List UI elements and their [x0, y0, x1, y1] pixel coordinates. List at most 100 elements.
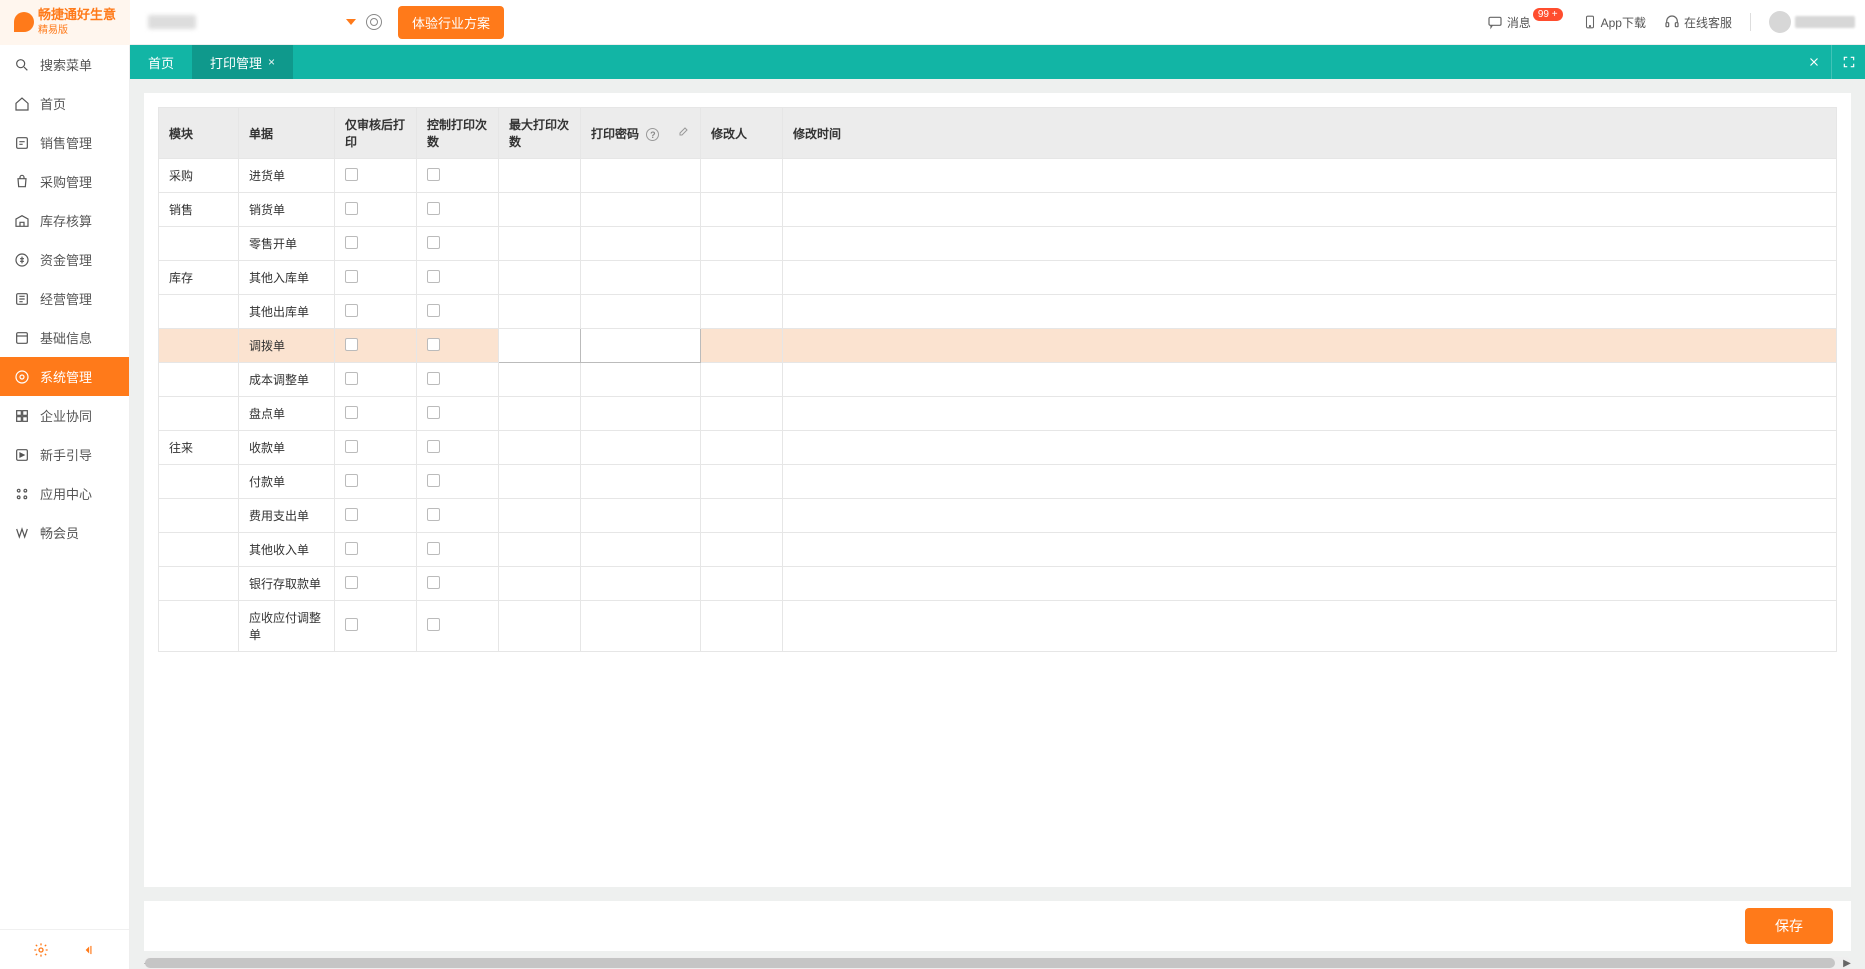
- sidebar-item-label: 销售管理: [40, 133, 92, 152]
- cell-max-count: [499, 363, 581, 397]
- sidebar-item-label: 搜索菜单: [40, 55, 92, 74]
- panel: 模块 单据 仅审核后打印 控制打印次数 最大打印次数 打印密码 ?: [144, 93, 1851, 887]
- basic-icon: [14, 330, 30, 346]
- brand-logo[interactable]: 畅捷通好生意 精易版: [0, 0, 130, 45]
- user-menu[interactable]: [1769, 11, 1855, 33]
- checkbox[interactable]: [345, 372, 358, 385]
- checkbox[interactable]: [427, 168, 440, 181]
- checkbox[interactable]: [427, 508, 440, 521]
- sidebar-item-4[interactable]: 库存核算: [0, 201, 129, 240]
- checkbox[interactable]: [345, 270, 358, 283]
- cell-modifier: [701, 567, 783, 601]
- checkbox[interactable]: [427, 406, 440, 419]
- checkbox[interactable]: [345, 202, 358, 215]
- tab-print-management[interactable]: 打印管理 ×: [192, 45, 293, 79]
- sidebar-item-2[interactable]: 销售管理: [0, 123, 129, 162]
- edit-column-icon[interactable]: [678, 125, 690, 137]
- checkbox[interactable]: [427, 618, 440, 631]
- table-row: 销售销货单: [159, 193, 1837, 227]
- save-button[interactable]: 保存: [1745, 908, 1833, 944]
- fullscreen-button[interactable]: [1831, 45, 1865, 79]
- checkbox[interactable]: [345, 338, 358, 351]
- checkbox[interactable]: [345, 440, 358, 453]
- checkbox[interactable]: [427, 576, 440, 589]
- beginner-icon: [14, 447, 30, 463]
- checkbox[interactable]: [427, 202, 440, 215]
- checkbox[interactable]: [427, 440, 440, 453]
- cell-module: 往来: [159, 431, 239, 465]
- tab-home[interactable]: 首页: [130, 45, 192, 79]
- sidebar-item-1[interactable]: 首页: [0, 84, 129, 123]
- org-selector[interactable]: [148, 15, 356, 29]
- checkbox[interactable]: [427, 304, 440, 317]
- cell-module: [159, 295, 239, 329]
- brand-sub: 精易版: [38, 21, 116, 36]
- checkbox[interactable]: [345, 508, 358, 521]
- sidebar-item-5[interactable]: 资金管理: [0, 240, 129, 279]
- col-print-pwd: 打印密码 ?: [581, 108, 701, 159]
- tab-close-all-button[interactable]: [1797, 45, 1831, 79]
- scroll-thumb[interactable]: [145, 958, 1835, 968]
- checkbox[interactable]: [345, 618, 358, 631]
- sidebar-item-11[interactable]: 应用中心: [0, 474, 129, 513]
- sidebar-settings-icon[interactable]: [33, 942, 49, 958]
- horizontal-scrollbar[interactable]: ◀ ▶: [144, 957, 1851, 969]
- sidebar-item-label: 资金管理: [40, 250, 92, 269]
- cell-module: [159, 601, 239, 652]
- checkbox[interactable]: [427, 338, 440, 351]
- org-settings-icon[interactable]: [366, 14, 382, 30]
- cell-module: [159, 397, 239, 431]
- sidebar-item-8[interactable]: 系统管理: [0, 357, 129, 396]
- table-row: 库存其他入库单: [159, 261, 1837, 295]
- sidebar-item-10[interactable]: 新手引导: [0, 435, 129, 474]
- table-row: 付款单: [159, 465, 1837, 499]
- tryout-button[interactable]: 体验行业方案: [398, 6, 504, 39]
- checkbox[interactable]: [345, 236, 358, 249]
- checkbox[interactable]: [345, 304, 358, 317]
- cell-module: [159, 363, 239, 397]
- checkbox[interactable]: [345, 576, 358, 589]
- close-icon[interactable]: ×: [268, 55, 275, 69]
- checkbox[interactable]: [427, 372, 440, 385]
- sidebar-item-9[interactable]: 企业协同: [0, 396, 129, 435]
- cell-print-pwd[interactable]: [581, 329, 701, 363]
- sidebar-item-12[interactable]: 畅会员: [0, 513, 129, 552]
- cell-control-count: [417, 431, 499, 465]
- cell-modify-time: [783, 159, 1837, 193]
- sidebar-item-7[interactable]: 基础信息: [0, 318, 129, 357]
- cell-modifier: [701, 329, 783, 363]
- sidebar-item-6[interactable]: 经营管理: [0, 279, 129, 318]
- col-modify-time: 修改时间: [783, 108, 1837, 159]
- checkbox[interactable]: [345, 474, 358, 487]
- phone-icon: [1583, 14, 1597, 30]
- cell-max-count: [499, 397, 581, 431]
- cell-modify-time: [783, 227, 1837, 261]
- table-row: 费用支出单: [159, 499, 1837, 533]
- online-service-link[interactable]: 在线客服: [1664, 14, 1732, 31]
- sidebar-item-3[interactable]: 采购管理: [0, 162, 129, 201]
- checkbox[interactable]: [345, 168, 358, 181]
- sidebar-item-0[interactable]: 搜索菜单: [0, 45, 129, 84]
- checkbox[interactable]: [427, 270, 440, 283]
- cell-modifier: [701, 533, 783, 567]
- cell-max-count[interactable]: [499, 329, 581, 363]
- cell-print-pwd: [581, 227, 701, 261]
- checkbox[interactable]: [427, 236, 440, 249]
- cell-control-count: [417, 261, 499, 295]
- cell-modify-time: [783, 567, 1837, 601]
- cell-modify-time: [783, 465, 1837, 499]
- sidebar-collapse-icon[interactable]: [80, 943, 96, 957]
- cell-print-pwd: [581, 465, 701, 499]
- app-download-link[interactable]: App下载: [1583, 14, 1646, 31]
- cell-max-count: [499, 567, 581, 601]
- appcenter-icon: [14, 486, 30, 502]
- checkbox[interactable]: [427, 474, 440, 487]
- messages-link[interactable]: 消息 99 +: [1487, 14, 1565, 31]
- checkbox[interactable]: [345, 542, 358, 555]
- scroll-right-icon[interactable]: ▶: [1841, 957, 1853, 969]
- checkbox[interactable]: [345, 406, 358, 419]
- cell-modifier: [701, 601, 783, 652]
- help-icon[interactable]: ?: [646, 128, 659, 141]
- checkbox[interactable]: [427, 542, 440, 555]
- tab-bar: 首页 打印管理 ×: [130, 45, 1865, 79]
